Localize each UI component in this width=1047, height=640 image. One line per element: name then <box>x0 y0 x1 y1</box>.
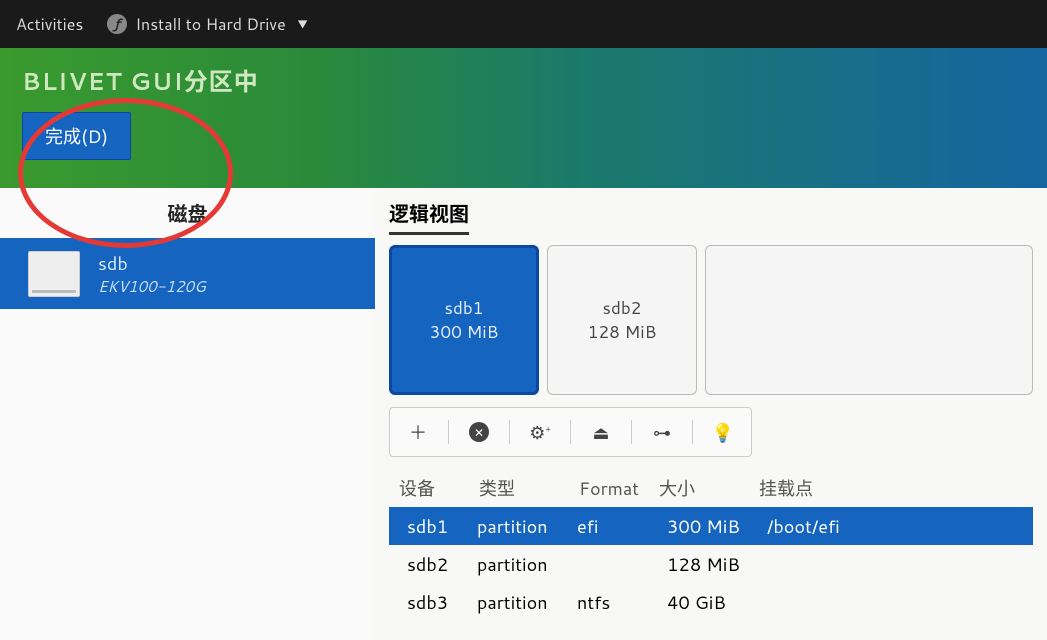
col-type: 类型 <box>479 475 579 501</box>
table-row[interactable]: sdb2 partition 128 MiB <box>389 545 1033 583</box>
cell-type: partition <box>477 513 577 539</box>
partition-table: 设备 类型 Format 大小 挂载点 sdb1 partition efi 3… <box>389 469 1033 621</box>
page-header: BLIVET GUI分区中 完成(D) <box>0 48 1047 188</box>
table-row[interactable]: sdb3 partition ntfs 40 GiB <box>389 583 1033 621</box>
remove-icon: ✕ <box>469 422 489 442</box>
add-button[interactable]: ＋ <box>402 416 434 448</box>
partition-box-sdb1[interactable]: sdb1 300 MiB <box>389 245 539 395</box>
partition-toolbar: ＋ ✕ ⚙+ ⏏ ⊶ 💡 <box>389 407 752 457</box>
unlock-button[interactable]: ⊶ <box>646 416 678 448</box>
app-menu[interactable]: f Install to Hard Drive ▼ <box>107 13 307 36</box>
partition-visual-row: sdb1 300 MiB sdb2 128 MiB <box>389 245 1033 395</box>
col-size: 大小 <box>659 475 759 501</box>
done-button[interactable]: 完成(D) <box>22 112 131 160</box>
eject-button[interactable]: ⏏ <box>585 416 617 448</box>
cell-size: 128 MiB <box>667 551 767 577</box>
col-device: 设备 <box>399 475 479 501</box>
cell-format <box>577 551 667 577</box>
activities-button[interactable]: Activities <box>16 13 83 36</box>
plus-icon: ＋ <box>409 419 427 445</box>
disk-labels: sdb EKV100-120G <box>98 250 206 297</box>
disk-item-sdb[interactable]: sdb EKV100-120G <box>0 238 375 309</box>
fedora-icon: f <box>107 14 127 34</box>
lightbulb-icon: 💡 <box>712 419 734 445</box>
separator <box>448 420 449 444</box>
table-row[interactable]: sdb1 partition efi 300 MiB /boot/efi <box>389 507 1033 545</box>
table-header-row: 设备 类型 Format 大小 挂载点 <box>389 469 1033 507</box>
chevron-down-icon: ▼ <box>298 16 308 32</box>
cell-mount <box>767 551 1015 577</box>
remove-button[interactable]: ✕ <box>463 416 495 448</box>
col-mount: 挂载点 <box>759 475 1023 501</box>
gnome-topbar: Activities f Install to Hard Drive ▼ <box>0 0 1047 48</box>
activities-label: Activities <box>16 13 83 36</box>
disk-name: sdb <box>98 250 206 276</box>
separator <box>631 420 632 444</box>
disk-model: EKV100-120G <box>98 276 206 297</box>
page-title: BLIVET GUI分区中 <box>22 62 1025 98</box>
cell-type: partition <box>477 589 577 615</box>
partition-name: sdb1 <box>445 296 484 320</box>
cell-device: sdb1 <box>407 513 477 539</box>
key-icon: ⊶ <box>653 419 671 445</box>
cell-device: sdb3 <box>407 589 477 615</box>
settings-button[interactable]: ⚙+ <box>524 416 556 448</box>
sidebar-heading: 磁盘 <box>0 188 375 238</box>
cell-type: partition <box>477 551 577 577</box>
content-area: 磁盘 sdb EKV100-120G 逻辑视图 sdb1 300 MiB sdb… <box>0 188 1047 640</box>
hint-button[interactable]: 💡 <box>707 416 739 448</box>
partition-size: 300 MiB <box>430 320 499 344</box>
partition-box-sdb2[interactable]: sdb2 128 MiB <box>547 245 697 395</box>
cell-mount: /boot/efi <box>767 513 1015 539</box>
gear-icon: ⚙+ <box>529 419 551 445</box>
partition-name: sdb2 <box>603 296 642 320</box>
cell-device: sdb2 <box>407 551 477 577</box>
hard-drive-icon <box>28 251 80 297</box>
cell-mount <box>767 589 1015 615</box>
cell-format: ntfs <box>577 589 667 615</box>
partition-box-remaining[interactable] <box>705 245 1033 395</box>
cell-format: efi <box>577 513 667 539</box>
separator <box>692 420 693 444</box>
cell-size: 40 GiB <box>667 589 767 615</box>
logical-view-heading: 逻辑视图 <box>389 198 469 235</box>
col-format: Format <box>579 475 659 501</box>
main-panel: 逻辑视图 sdb1 300 MiB sdb2 128 MiB ＋ ✕ ⚙+ <box>375 188 1047 640</box>
separator <box>509 420 510 444</box>
separator <box>570 420 571 444</box>
eject-icon: ⏏ <box>592 419 609 445</box>
app-name-label: Install to Hard Drive <box>135 13 285 36</box>
disk-sidebar: 磁盘 sdb EKV100-120G <box>0 188 375 640</box>
cell-size: 300 MiB <box>667 513 767 539</box>
partition-size: 128 MiB <box>588 320 657 344</box>
